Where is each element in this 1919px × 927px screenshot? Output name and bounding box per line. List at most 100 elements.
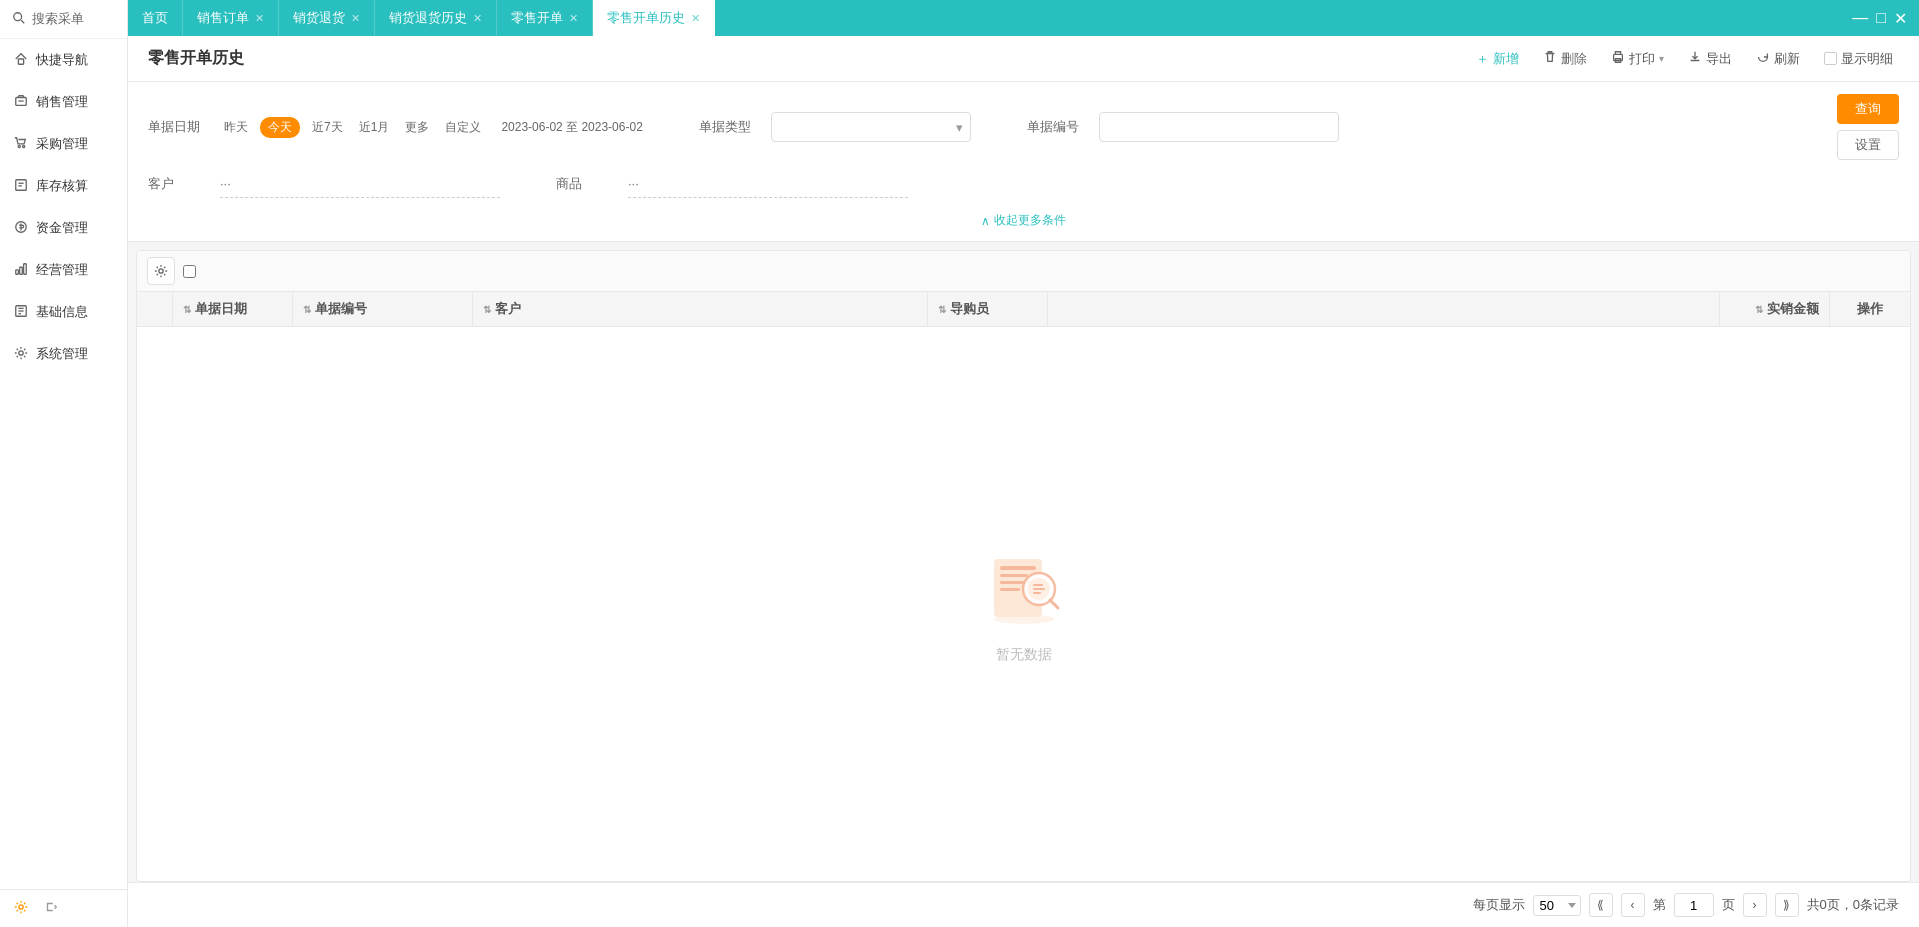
query-button[interactable]: 查询: [1837, 94, 1899, 124]
sidebar-item-operations[interactable]: 经营管理: [0, 249, 127, 291]
sidebar-item-label: 销售管理: [36, 93, 88, 111]
svg-rect-13: [24, 263, 27, 274]
date-last-month[interactable]: 近1月: [355, 117, 394, 138]
display-detail-button[interactable]: 显示明细: [1818, 46, 1899, 72]
th-client[interactable]: ⇅ 客户: [473, 292, 928, 326]
sidebar-item-label: 资金管理: [36, 219, 88, 237]
collapse-filter-btn[interactable]: ∧ 收起更多条件: [148, 208, 1899, 237]
export-icon: [1688, 50, 1702, 67]
tab-sales-return-label: 销货退货: [293, 9, 345, 27]
refresh-icon: [1756, 50, 1770, 67]
sidebar-item-sales-mgmt[interactable]: 销售管理: [0, 81, 127, 123]
per-page-select[interactable]: 50 10 20 100: [1533, 895, 1581, 916]
th-date-sort-icon[interactable]: ⇅: [183, 304, 191, 315]
sidebar-collapse-icon[interactable]: [44, 900, 58, 917]
search-menu-label: 搜索采单: [32, 10, 84, 28]
svg-point-21: [159, 269, 163, 273]
th-amount[interactable]: ⇅ 实销金额: [1720, 292, 1830, 326]
search-menu-item[interactable]: 搜索采单: [0, 0, 127, 39]
client-label: 客户: [148, 175, 204, 193]
export-button[interactable]: 导出: [1682, 46, 1738, 72]
svg-line-1: [21, 20, 24, 23]
th-no-sort-icon[interactable]: ⇅: [303, 304, 311, 315]
client-input[interactable]: [220, 170, 500, 198]
sidebar-item-basic-info[interactable]: 基础信息: [0, 291, 127, 333]
home-icon: [14, 52, 28, 69]
tab-retail-open[interactable]: 零售开单 ✕: [497, 0, 593, 36]
close-sales-order-icon[interactable]: ✕: [255, 12, 264, 25]
th-client-sort-icon[interactable]: ⇅: [483, 304, 491, 315]
th-amount-label: 实销金额: [1767, 300, 1819, 318]
sidebar-bottom: [0, 889, 127, 927]
export-label: 导出: [1706, 50, 1732, 68]
main-content: 首页 销售订单 ✕ 销货退货 ✕ 销货退货历史 ✕ 零售开单 ✕ 零售开单历史 …: [128, 0, 1919, 927]
sidebar-item-inventory[interactable]: 库存核算: [0, 165, 127, 207]
tab-sales-return-history[interactable]: 销货退货历史 ✕: [375, 0, 497, 36]
date-last7[interactable]: 近7天: [308, 117, 347, 138]
doc-no-input[interactable]: [1099, 112, 1339, 142]
settings-icon[interactable]: [14, 900, 28, 917]
purchase-icon: [14, 136, 28, 153]
settings-button[interactable]: 设置: [1837, 130, 1899, 160]
sidebar-item-label: 采购管理: [36, 135, 88, 153]
close-retail-open-history-icon[interactable]: ✕: [691, 12, 700, 25]
date-custom[interactable]: 自定义: [441, 117, 485, 138]
page-title: 零售开单历史: [148, 48, 244, 69]
date-shortcuts: 昨天 今天 近7天 近1月 更多 自定义: [220, 117, 485, 138]
maximize-icon[interactable]: □: [1876, 9, 1886, 27]
print-dropdown-icon[interactable]: ▾: [1659, 53, 1664, 64]
operations-icon: [14, 262, 28, 279]
sidebar-item-quick-nav[interactable]: 快捷导航: [0, 39, 127, 81]
sidebar-item-system[interactable]: 系统管理: [0, 333, 127, 375]
tab-sales-return[interactable]: 销货退货 ✕: [279, 0, 375, 36]
print-button[interactable]: 打印 ▾: [1605, 46, 1670, 72]
close-retail-open-icon[interactable]: ✕: [569, 12, 578, 25]
date-today[interactable]: 今天: [260, 117, 300, 138]
date-more[interactable]: 更多: [401, 117, 433, 138]
svg-rect-25: [1000, 574, 1028, 577]
sidebar: 搜索采单 快捷导航 销售管理 采购管理: [0, 0, 128, 927]
next-page-button[interactable]: ›: [1743, 893, 1767, 917]
tab-sales-order[interactable]: 销售订单 ✕: [183, 0, 279, 36]
goods-input[interactable]: [628, 170, 908, 198]
sidebar-item-finance[interactable]: 资金管理: [0, 207, 127, 249]
table-area: ⇅ 单据日期 ⇅ 单据编号 ⇅ 客户 ⇅ 导购员 ⇅ 实销金额 操作: [136, 250, 1911, 882]
date-yesterday[interactable]: 昨天: [220, 117, 252, 138]
tab-sales-return-history-label: 销货退货历史: [389, 9, 467, 27]
sales-icon: [14, 94, 28, 111]
minimize-icon[interactable]: —: [1852, 9, 1868, 27]
close-sales-return-history-icon[interactable]: ✕: [473, 12, 482, 25]
sidebar-item-purchase-mgmt[interactable]: 采购管理: [0, 123, 127, 165]
search-icon: [12, 11, 26, 28]
prev-page-button[interactable]: ‹: [1621, 893, 1645, 917]
th-date[interactable]: ⇅ 单据日期: [173, 292, 293, 326]
tab-retail-open-history[interactable]: 零售开单历史 ✕: [593, 0, 715, 36]
th-checkbox: [137, 292, 173, 326]
svg-line-30: [1050, 600, 1058, 608]
window-close-icon[interactable]: ✕: [1894, 9, 1907, 28]
doc-type-select[interactable]: [771, 112, 971, 142]
refresh-button[interactable]: 刷新: [1750, 46, 1806, 72]
sidebar-item-label: 系统管理: [36, 345, 88, 363]
th-guide-sort-icon[interactable]: ⇅: [938, 304, 946, 315]
page-input[interactable]: [1674, 893, 1714, 917]
select-all-checkbox[interactable]: [183, 265, 196, 278]
tab-retail-open-history-label: 零售开单历史: [607, 9, 685, 27]
delete-button[interactable]: 删除: [1537, 46, 1593, 72]
table-settings-icon[interactable]: [147, 257, 175, 285]
basic-info-icon: [14, 304, 28, 321]
th-guide[interactable]: ⇅ 导购员: [928, 292, 1048, 326]
last-page-button[interactable]: ⟫: [1775, 893, 1799, 917]
close-sales-return-icon[interactable]: ✕: [351, 12, 360, 25]
th-action: 操作: [1830, 292, 1910, 326]
th-no[interactable]: ⇅ 单据编号: [293, 292, 473, 326]
tab-home[interactable]: 首页: [128, 0, 183, 36]
th-amount-sort-icon[interactable]: ⇅: [1755, 304, 1763, 315]
add-button[interactable]: ＋ 新增: [1470, 46, 1525, 72]
svg-point-19: [19, 905, 23, 909]
pagination-bar: 每页显示 50 10 20 100 ⟪ ‹ 第 页 › ⟫ 共0页，0条记录: [128, 882, 1919, 927]
print-label: 打印: [1629, 50, 1655, 68]
first-page-button[interactable]: ⟪: [1589, 893, 1613, 917]
svg-rect-24: [1000, 566, 1036, 570]
tab-retail-open-label: 零售开单: [511, 9, 563, 27]
